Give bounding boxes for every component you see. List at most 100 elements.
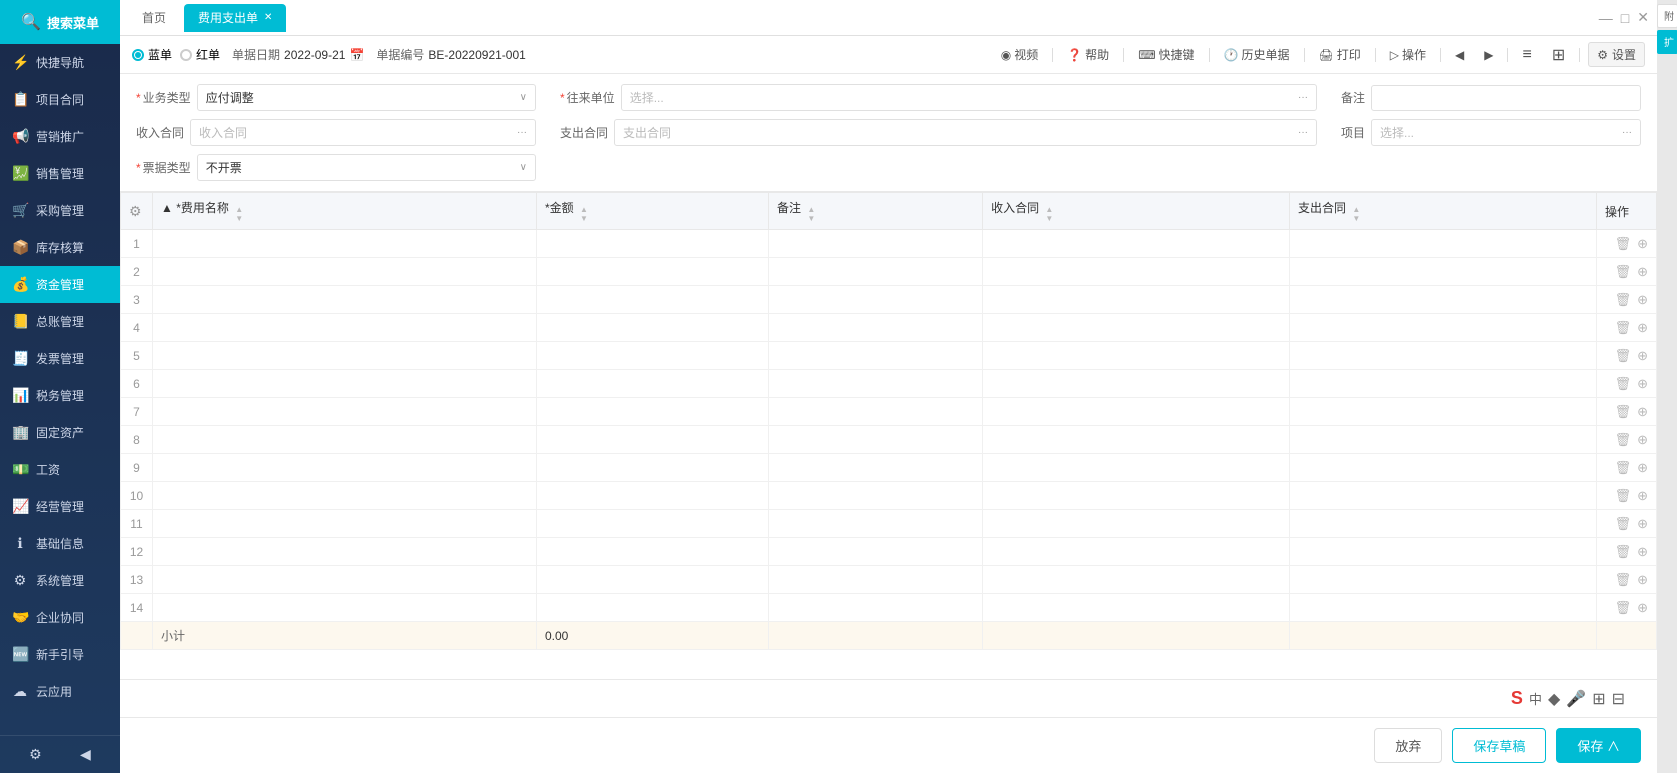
cell-expense-contract[interactable]	[1290, 398, 1597, 426]
row-copy-icon[interactable]: ⊕	[1637, 460, 1648, 476]
cell-expense-contract[interactable]	[1290, 342, 1597, 370]
remark-input[interactable]	[1371, 85, 1641, 111]
grid-view-button[interactable]: ⊞	[1546, 43, 1571, 67]
row-delete-icon[interactable]: 🗑	[1615, 460, 1632, 476]
cell-amount[interactable]	[536, 426, 768, 454]
radio-red[interactable]: 红单	[180, 46, 220, 63]
cell-expense-name[interactable]	[153, 510, 537, 538]
remark-sort[interactable]: ▲▼	[807, 205, 815, 223]
row-copy-icon[interactable]: ⊕	[1637, 600, 1648, 616]
cell-income-contract[interactable]	[983, 314, 1290, 342]
print-button[interactable]: 🖨 打印	[1313, 44, 1367, 65]
row-delete-icon[interactable]: 🗑	[1615, 572, 1632, 588]
cell-amount[interactable]	[536, 510, 768, 538]
business-type-select[interactable]: 应付调整 ∨	[197, 84, 536, 111]
sidebar-item-salary[interactable]: 💵 工资	[0, 451, 120, 488]
volume-icon[interactable]: ◀	[80, 746, 91, 763]
settings-button[interactable]: ⚙ 设置	[1588, 42, 1645, 67]
cell-amount[interactable]	[536, 258, 768, 286]
cell-remark[interactable]	[769, 426, 983, 454]
save-button[interactable]: 保存 ∧	[1556, 728, 1641, 763]
cell-expense-name[interactable]	[153, 258, 537, 286]
cell-expense-contract[interactable]	[1290, 538, 1597, 566]
row-copy-icon[interactable]: ⊕	[1637, 572, 1648, 588]
cell-expense-contract[interactable]	[1290, 510, 1597, 538]
cell-income-contract[interactable]	[983, 230, 1290, 258]
cell-remark[interactable]	[769, 314, 983, 342]
cell-income-contract[interactable]	[983, 594, 1290, 622]
row-delete-icon[interactable]: 🗑	[1615, 292, 1632, 308]
row-delete-icon[interactable]: 🗑	[1615, 600, 1632, 616]
cell-income-contract[interactable]	[983, 482, 1290, 510]
tab-expense-bill[interactable]: 费用支出单 ✕	[184, 4, 286, 32]
cell-expense-contract[interactable]	[1290, 426, 1597, 454]
cell-expense-contract[interactable]	[1290, 566, 1597, 594]
cell-expense-contract[interactable]	[1290, 482, 1597, 510]
row-copy-icon[interactable]: ⊕	[1637, 432, 1648, 448]
footer-collapse-icon[interactable]: ⊟	[1612, 689, 1625, 709]
sidebar-item-purchase-mgmt[interactable]: 🛒 采购管理	[0, 192, 120, 229]
close-button[interactable]: ✕	[1637, 9, 1649, 26]
footer-zhong-icon[interactable]: 中	[1529, 689, 1542, 708]
cell-expense-name[interactable]	[153, 230, 537, 258]
sidebar-item-capital-mgmt[interactable]: 💰 资金管理	[0, 266, 120, 303]
footer-mic-icon[interactable]: 🎤	[1566, 689, 1586, 709]
expense-contract-sort[interactable]: ▲▼	[1352, 205, 1360, 223]
cell-income-contract[interactable]	[983, 566, 1290, 594]
minimize-button[interactable]: —	[1599, 10, 1613, 26]
cell-expense-contract[interactable]	[1290, 230, 1597, 258]
sidebar-item-inventory[interactable]: 📦 库存核算	[0, 229, 120, 266]
cell-remark[interactable]	[769, 538, 983, 566]
cell-income-contract[interactable]	[983, 398, 1290, 426]
cell-remark[interactable]	[769, 286, 983, 314]
income-contract-input[interactable]: 收入合同 ···	[190, 119, 536, 146]
sidebar-item-new-guide[interactable]: 🆕 新手引导	[0, 636, 120, 673]
history-button[interactable]: 🕐 历史单据	[1218, 44, 1296, 65]
cell-expense-contract[interactable]	[1290, 258, 1597, 286]
project-input[interactable]: 选择... ···	[1371, 119, 1641, 146]
cell-amount[interactable]	[536, 538, 768, 566]
cell-remark[interactable]	[769, 566, 983, 594]
cell-income-contract[interactable]	[983, 370, 1290, 398]
row-copy-icon[interactable]: ⊕	[1637, 376, 1648, 392]
shortcut-button[interactable]: ⌨ 快捷键	[1132, 44, 1200, 65]
row-delete-icon[interactable]: 🗑	[1615, 320, 1632, 336]
row-copy-icon[interactable]: ⊕	[1637, 264, 1648, 280]
cell-expense-name[interactable]	[153, 342, 537, 370]
sidebar-item-sales-mgmt[interactable]: 💹 销售管理	[0, 155, 120, 192]
cell-remark[interactable]	[769, 370, 983, 398]
col-expense-name-sort-asc[interactable]: ▲	[161, 201, 173, 215]
row-copy-icon[interactable]: ⊕	[1637, 348, 1648, 364]
cell-amount[interactable]	[536, 566, 768, 594]
tab-home[interactable]: 首页	[128, 4, 180, 32]
row-delete-icon[interactable]: 🗑	[1615, 432, 1632, 448]
row-copy-icon[interactable]: ⊕	[1637, 236, 1648, 252]
cell-expense-name[interactable]	[153, 426, 537, 454]
row-delete-icon[interactable]: 🗑	[1615, 236, 1632, 252]
amount-sort[interactable]: ▲▼	[580, 205, 588, 223]
sidebar-item-project-contract[interactable]: 📋 项目合同	[0, 81, 120, 118]
cell-amount[interactable]	[536, 342, 768, 370]
row-copy-icon[interactable]: ⊕	[1637, 292, 1648, 308]
cell-amount[interactable]	[536, 314, 768, 342]
row-delete-icon[interactable]: 🗑	[1615, 488, 1632, 504]
cell-amount[interactable]	[536, 398, 768, 426]
cell-remark[interactable]	[769, 482, 983, 510]
cell-income-contract[interactable]	[983, 426, 1290, 454]
cell-remark[interactable]	[769, 454, 983, 482]
row-delete-icon[interactable]: 🗑	[1615, 404, 1632, 420]
sidebar-item-invoice-mgmt[interactable]: 🧾 发票管理	[0, 340, 120, 377]
footer-expand-icon[interactable]: ⊞	[1592, 689, 1605, 709]
cell-remark[interactable]	[769, 258, 983, 286]
cell-amount[interactable]	[536, 454, 768, 482]
row-copy-icon[interactable]: ⊕	[1637, 544, 1648, 560]
discard-button[interactable]: 放弃	[1374, 728, 1442, 763]
bill-type-select[interactable]: 不开票 ∨	[197, 154, 536, 181]
footer-diamond-icon[interactable]: ◆	[1548, 689, 1560, 709]
nav-prev-button[interactable]: ◀	[1449, 46, 1470, 64]
sidebar-item-ledger-mgmt[interactable]: 📒 总账管理	[0, 303, 120, 340]
cell-expense-contract[interactable]	[1290, 454, 1597, 482]
cell-remark[interactable]	[769, 398, 983, 426]
cell-income-contract[interactable]	[983, 510, 1290, 538]
action-button[interactable]: ▷ 操作	[1384, 44, 1432, 65]
